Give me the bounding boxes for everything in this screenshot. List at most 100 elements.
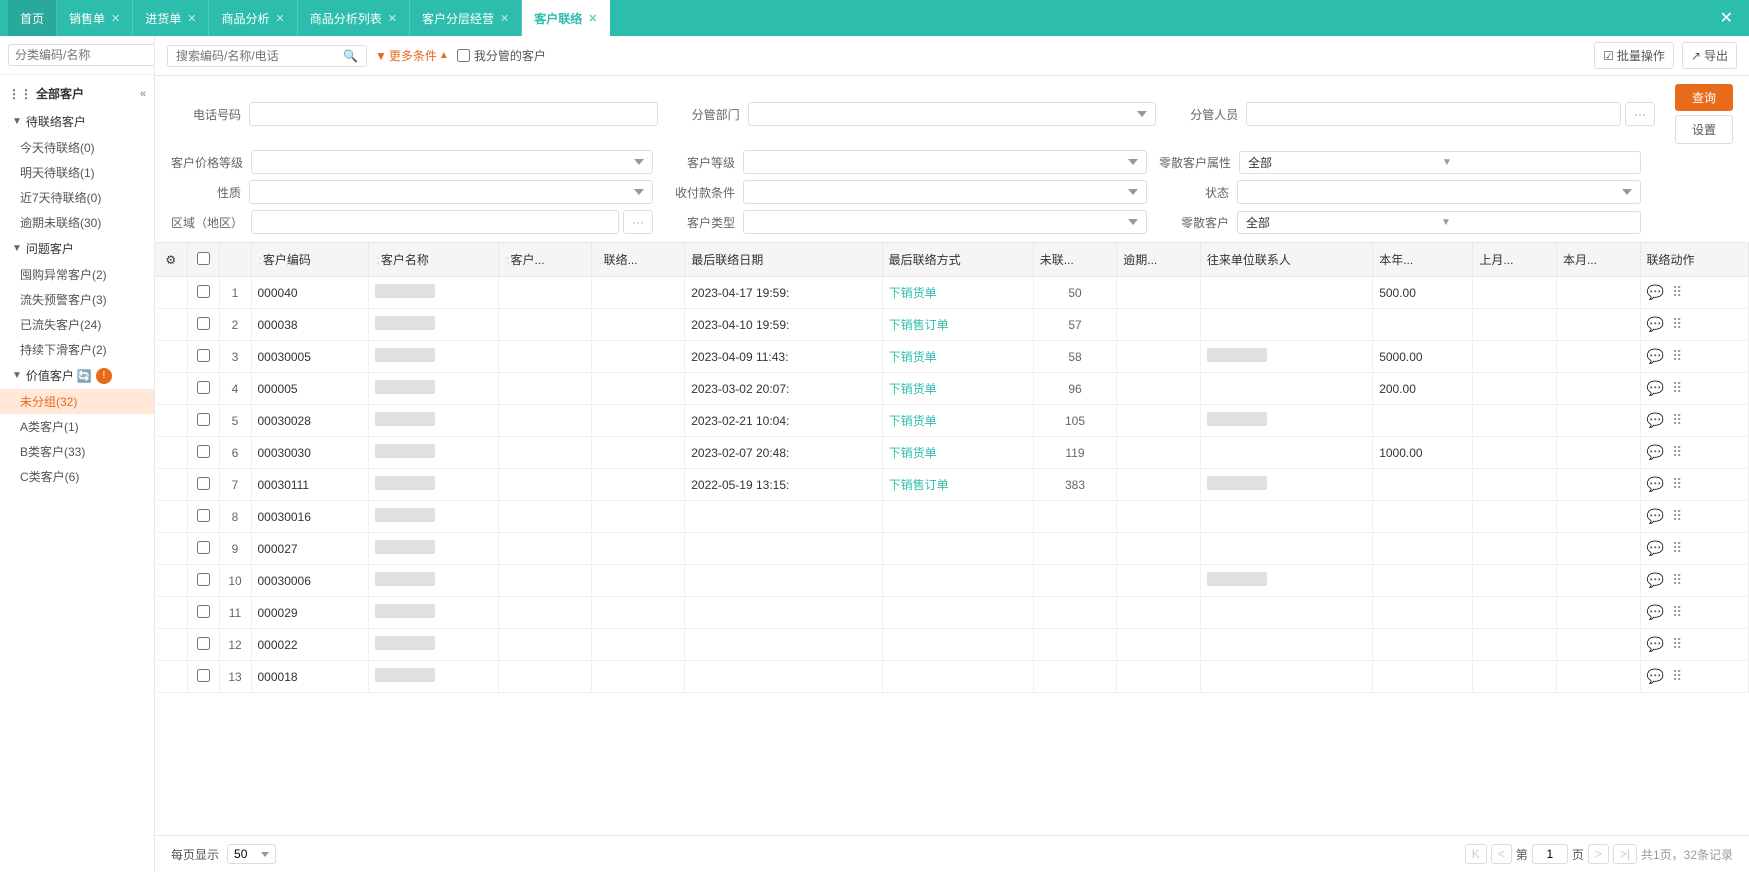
sidebar-item-class-b[interactable]: B类客户(33) — [0, 439, 154, 464]
sidebar-item-today-pending[interactable]: 今天待联络(0) — [0, 135, 154, 160]
region-input[interactable] — [251, 210, 619, 234]
customer-level-select[interactable] — [743, 150, 1147, 174]
row-checkbox[interactable] — [197, 477, 210, 490]
name-col-header[interactable]: :客户名称 — [369, 243, 499, 277]
contact-col-header[interactable]: :联络... — [592, 243, 685, 277]
overdue-col-header[interactable]: 逾期... — [1117, 243, 1201, 277]
chat-icon[interactable]: 💬 — [1647, 572, 1664, 589]
no-contact-col-header[interactable]: 未联... — [1033, 243, 1117, 277]
problem-section-header[interactable]: ▼ 问题客户 — [0, 235, 154, 262]
unit-contact-col-header[interactable]: 往来单位联系人 — [1200, 243, 1372, 277]
contact-method-link[interactable]: 下销货单 — [889, 286, 937, 300]
tab-sales[interactable]: 销售单 ✕ — [57, 0, 133, 36]
row-checkbox[interactable] — [197, 573, 210, 586]
contact-method-link[interactable]: 下销售订单 — [889, 478, 949, 492]
customer-type-select[interactable] — [743, 210, 1147, 234]
sidebar-item-overdue-pending[interactable]: 逾期未联络(30) — [0, 210, 154, 235]
tab-product-analysis[interactable]: 商品分析 ✕ — [209, 0, 297, 36]
last-method-col-header[interactable]: 最后联络方式 — [882, 243, 1033, 277]
tab-customer-contact[interactable]: 客户联络 ✕ — [522, 0, 610, 36]
chat-icon[interactable]: 💬 — [1647, 380, 1664, 397]
first-page-button[interactable]: K — [1465, 844, 1487, 864]
sidebar-item-churned[interactable]: 已流失客户(24) — [0, 312, 154, 337]
grid-action-icon[interactable]: ⠿ — [1672, 540, 1682, 557]
contact-method-link[interactable]: 下销货单 — [889, 414, 937, 428]
status-select[interactable] — [1237, 180, 1641, 204]
row-checkbox[interactable] — [197, 509, 210, 522]
last-month-col-header[interactable]: 上月... — [1473, 243, 1557, 277]
grid-action-icon[interactable]: ⠿ — [1672, 572, 1682, 589]
row-checkbox[interactable] — [197, 381, 210, 394]
sidebar-item-declining[interactable]: 持续下滑客户(2) — [0, 337, 154, 362]
grid-action-icon[interactable]: ⠿ — [1672, 412, 1682, 429]
chat-icon[interactable]: 💬 — [1647, 348, 1664, 365]
pending-section-header[interactable]: ▼ 待联络客户 — [0, 108, 154, 135]
row-checkbox[interactable] — [197, 669, 210, 682]
prev-page-button[interactable]: < — [1491, 844, 1512, 864]
settings-col-header[interactable]: ⚙ — [155, 243, 187, 277]
export-button[interactable]: ↗ 导出 — [1682, 42, 1737, 69]
row-checkbox[interactable] — [197, 605, 210, 618]
payment-select[interactable] — [743, 180, 1147, 204]
tab-purchase-close[interactable]: ✕ — [187, 12, 196, 25]
page-size-select[interactable]: 50 20 100 200 — [227, 844, 276, 864]
grid-action-icon[interactable]: ⠿ — [1672, 348, 1682, 365]
chat-icon[interactable]: 💬 — [1647, 444, 1664, 461]
my-customers-check[interactable] — [457, 49, 470, 62]
chat-icon[interactable]: 💬 — [1647, 476, 1664, 493]
value-section-header[interactable]: ▼ 价值客户 🔄 ! — [0, 362, 154, 389]
sidebar-item-class-a[interactable]: A类客户(1) — [0, 414, 154, 439]
tab-product-analysis-list-close[interactable]: ✕ — [388, 12, 397, 25]
last-date-col-header[interactable]: 最后联络日期 — [685, 243, 882, 277]
sidebar-item-ungrouped[interactable]: 未分组(32) — [0, 389, 154, 414]
code-col-header[interactable]: :客户编码 — [251, 243, 369, 277]
tab-home[interactable]: 首页 — [8, 0, 57, 36]
tab-customer-segment[interactable]: 客户分层经营 ✕ — [410, 0, 522, 36]
all-customers-item[interactable]: ⋮⋮ 全部客户 « — [0, 79, 154, 108]
query-button[interactable]: 查询 — [1675, 84, 1733, 111]
tab-customer-contact-close[interactable]: ✕ — [588, 12, 597, 25]
grid-action-icon[interactable]: ⠿ — [1672, 604, 1682, 621]
reset-button[interactable]: 设置 — [1675, 115, 1733, 144]
contact-method-link[interactable]: 下销货单 — [889, 446, 937, 460]
contact-method-link[interactable]: 下销货单 — [889, 382, 937, 396]
page-input[interactable] — [1532, 844, 1568, 864]
grid-action-icon[interactable]: ⠿ — [1672, 636, 1682, 653]
batch-op-button[interactable]: ☑ 批量操作 — [1594, 42, 1674, 69]
tab-product-analysis-close[interactable]: ✕ — [276, 12, 285, 25]
sidebar-search-input[interactable] — [8, 44, 155, 66]
row-checkbox[interactable] — [197, 349, 210, 362]
zero-retail-attr-select[interactable]: 全部 ▼ — [1239, 151, 1641, 174]
phone-input[interactable] — [249, 102, 658, 126]
dept-select[interactable] — [748, 102, 1157, 126]
type-col-header[interactable]: :客户... — [499, 243, 592, 277]
value-refresh-icon[interactable]: 🔄 — [77, 369, 92, 383]
price-level-select[interactable] — [251, 150, 653, 174]
my-customers-checkbox[interactable]: 我分管的客户 — [457, 47, 546, 64]
chat-icon[interactable]: 💬 — [1647, 540, 1664, 557]
nature-select[interactable] — [249, 180, 653, 204]
row-checkbox[interactable] — [197, 445, 210, 458]
chat-icon[interactable]: 💬 — [1647, 284, 1664, 301]
chat-icon[interactable]: 💬 — [1647, 508, 1664, 525]
grid-action-icon[interactable]: ⠿ — [1672, 284, 1682, 301]
row-checkbox[interactable] — [197, 637, 210, 650]
chat-icon[interactable]: 💬 — [1647, 668, 1664, 685]
sidebar-collapse-icon[interactable]: « — [140, 88, 146, 100]
tab-product-analysis-list[interactable]: 商品分析列表 ✕ — [298, 0, 410, 36]
sidebar-item-churn-warning[interactable]: 流失预警客户(3) — [0, 287, 154, 312]
tab-purchase[interactable]: 进货单 ✕ — [133, 0, 209, 36]
chat-icon[interactable]: 💬 — [1647, 636, 1664, 653]
grid-action-icon[interactable]: ⠿ — [1672, 476, 1682, 493]
this-month-col-header[interactable]: 本月... — [1556, 243, 1640, 277]
row-checkbox[interactable] — [197, 317, 210, 330]
grid-action-icon[interactable]: ⠿ — [1672, 668, 1682, 685]
next-page-button[interactable]: > — [1588, 844, 1609, 864]
filter-search-input[interactable] — [176, 49, 339, 63]
sidebar-item-class-c[interactable]: C类客户(6) — [0, 464, 154, 489]
last-page-button[interactable]: >| — [1613, 844, 1637, 864]
grid-action-icon[interactable]: ⠿ — [1672, 316, 1682, 333]
chat-icon[interactable]: 💬 — [1647, 604, 1664, 621]
contact-method-link[interactable]: 下销货单 — [889, 350, 937, 364]
grid-action-icon[interactable]: ⠿ — [1672, 508, 1682, 525]
